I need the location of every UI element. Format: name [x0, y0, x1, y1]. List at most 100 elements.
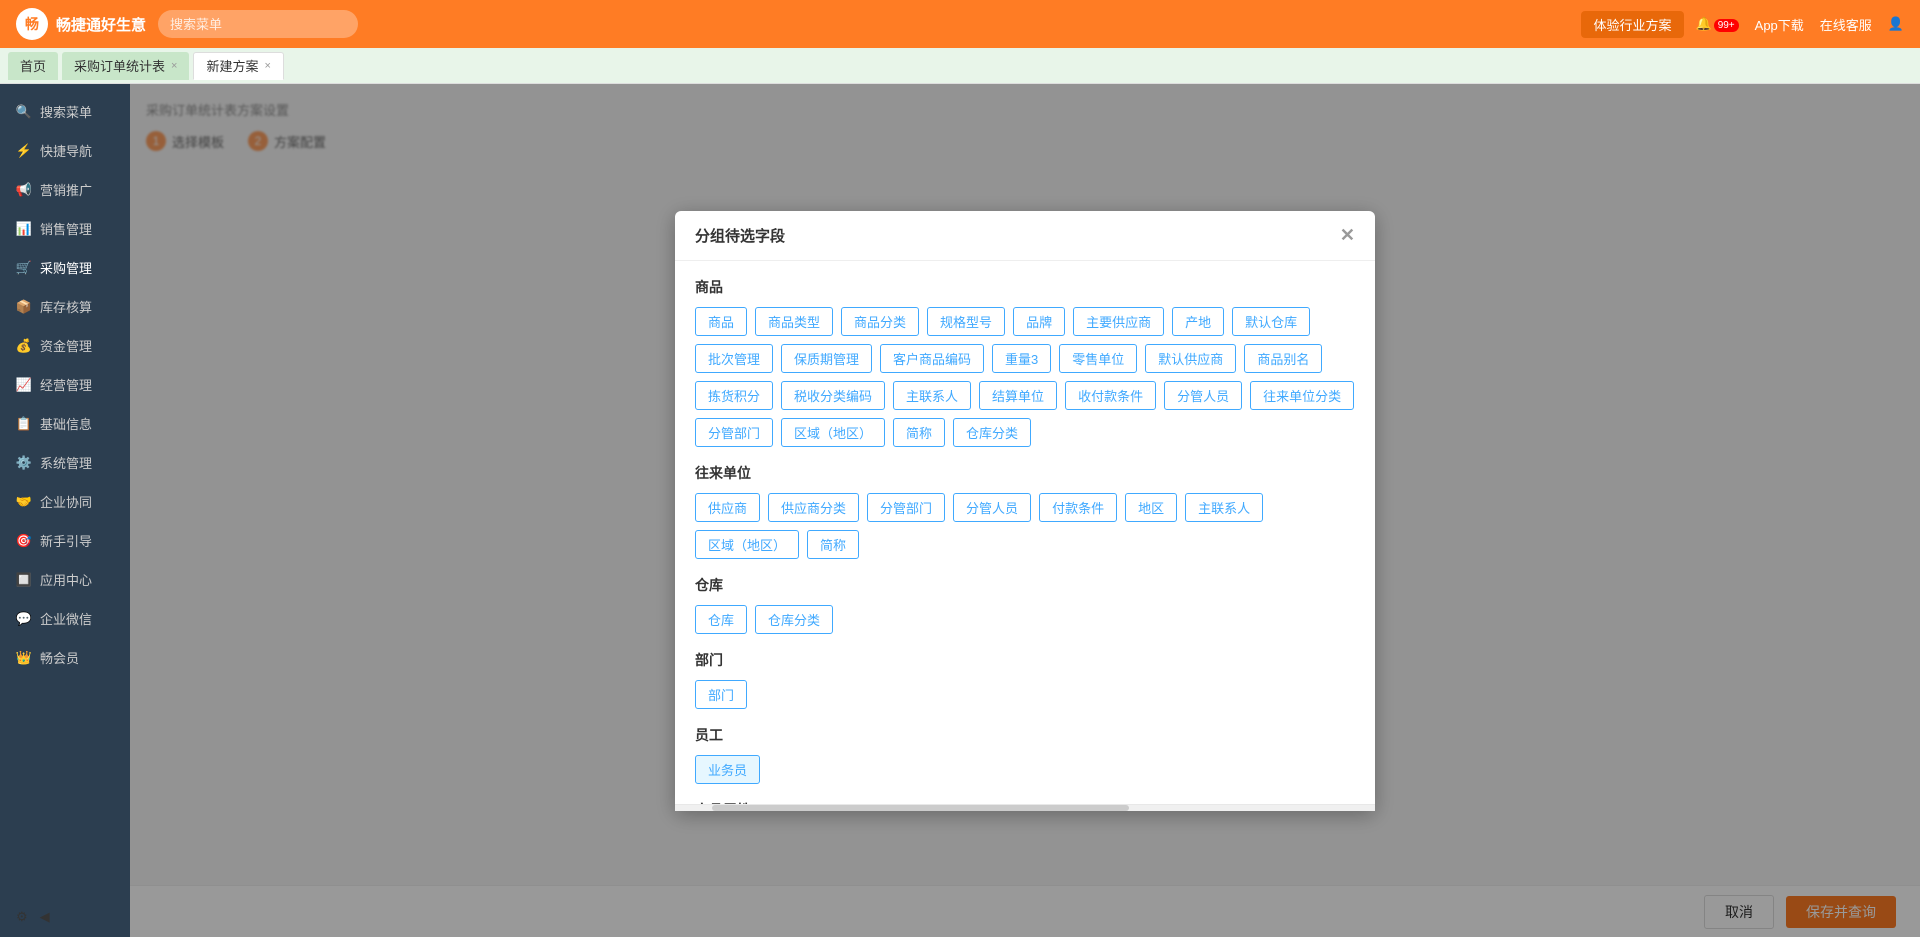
- field-tag-abbr2[interactable]: 简称: [807, 530, 859, 559]
- modal: 分组待选字段 ✕ 商品 商品 商品类型 商品分类 规格型号 品牌 主要供应商 产…: [675, 211, 1375, 811]
- experience-btn[interactable]: 体验行业方案: [1581, 11, 1683, 38]
- app-name: 畅捷通好生意: [56, 14, 146, 35]
- section-title-employee: 员工: [695, 725, 1355, 745]
- modal-overlay: 分组待选字段 ✕ 商品 商品 商品类型 商品分类 规格型号 品牌 主要供应商 产…: [130, 84, 1920, 937]
- field-tag-abbr[interactable]: 简称: [893, 418, 945, 447]
- field-tag-tax-code[interactable]: 税收分类编码: [781, 381, 885, 410]
- trending-icon: 📈: [16, 377, 32, 393]
- notification-badge: 99+: [1714, 19, 1739, 32]
- sidebar: 🔍 搜索菜单 ⚡ 快捷导航 📢 营销推广 📊 销售管理 🛒 采购管理 📦 库存核…: [0, 84, 130, 937]
- sidebar-item-purchase[interactable]: 🛒 采购管理: [0, 248, 130, 287]
- sidebar-item-operations[interactable]: 📈 经营管理: [0, 365, 130, 404]
- modal-close-icon[interactable]: ✕: [1340, 226, 1355, 244]
- field-tag-customer-sku[interactable]: 客户商品编码: [880, 344, 984, 373]
- field-tag-settlement-unit[interactable]: 结算单位: [979, 381, 1057, 410]
- field-tag-main-contact[interactable]: 主联系人: [893, 381, 971, 410]
- field-tag-product-type[interactable]: 商品类型: [755, 307, 833, 336]
- section-title-dept: 部门: [695, 650, 1355, 670]
- sidebar-item-enterprise[interactable]: 🤝 企业协同: [0, 482, 130, 521]
- field-tag-region[interactable]: 区域（地区）: [781, 418, 885, 447]
- sidebar-item-member[interactable]: 👑 畅会员: [0, 638, 130, 677]
- crown-icon: 👑: [16, 650, 32, 666]
- app-download-link[interactable]: App下载: [1755, 15, 1804, 34]
- field-tag-default-supplier[interactable]: 默认供应商: [1145, 344, 1236, 373]
- online-service-link[interactable]: 在线客服: [1820, 15, 1872, 34]
- megaphone-icon: 📢: [16, 182, 32, 198]
- sidebar-item-finance[interactable]: 💰 资金管理: [0, 326, 130, 365]
- main-layout: 🔍 搜索菜单 ⚡ 快捷导航 📢 营销推广 📊 销售管理 🛒 采购管理 📦 库存核…: [0, 84, 1920, 937]
- tab-new-plan[interactable]: 新建方案 ×: [193, 52, 283, 80]
- sidebar-item-sales[interactable]: 📊 销售管理: [0, 209, 130, 248]
- sidebar-item-search[interactable]: 🔍 搜索菜单: [0, 92, 130, 131]
- section-title-product: 商品: [695, 277, 1355, 297]
- sidebar-item-wechat[interactable]: 💬 企业微信: [0, 599, 130, 638]
- field-tag-pick-points[interactable]: 拣货积分: [695, 381, 773, 410]
- employee-field-grid: 业务员: [695, 755, 1355, 784]
- field-tag-warehouse-category[interactable]: 仓库分类: [755, 605, 833, 634]
- top-search-input[interactable]: [158, 10, 358, 38]
- flash-icon: ⚡: [16, 143, 32, 159]
- field-tag-payment-terms[interactable]: 收付款条件: [1065, 381, 1156, 410]
- tab-home[interactable]: 首页: [8, 52, 58, 80]
- field-tag-main-contact2[interactable]: 主联系人: [1185, 493, 1263, 522]
- wechat-icon: 💬: [16, 611, 32, 627]
- section-title-counterpart: 往来单位: [695, 463, 1355, 483]
- gear-icon: ⚙️: [16, 455, 32, 471]
- target-icon: 🎯: [16, 533, 32, 549]
- modal-body[interactable]: 商品 商品 商品类型 商品分类 规格型号 品牌 主要供应商 产地 默认仓库 批次…: [675, 261, 1375, 804]
- field-tag-shelf-life[interactable]: 保质期管理: [781, 344, 872, 373]
- tab-purchase-stats[interactable]: 采购订单统计表 ×: [62, 52, 189, 80]
- field-tag-weight[interactable]: 重量3: [992, 344, 1051, 373]
- field-tag-default-warehouse[interactable]: 默认仓库: [1232, 307, 1310, 336]
- notification-area[interactable]: 🔔99+: [1696, 16, 1739, 32]
- top-right: 🔔99+ App下载 在线客服 👤: [1696, 15, 1905, 34]
- field-tag-main-supplier[interactable]: 主要供应商: [1073, 307, 1164, 336]
- field-tag-warehouse[interactable]: 仓库: [695, 605, 747, 634]
- field-tag-person-mgmt[interactable]: 分管人员: [953, 493, 1031, 522]
- sidebar-item-quicknav[interactable]: ⚡ 快捷导航: [0, 131, 130, 170]
- field-tag-brand[interactable]: 品牌: [1013, 307, 1065, 336]
- grid-icon: 🔲: [16, 572, 32, 588]
- tab-new-plan-close-icon[interactable]: ×: [264, 60, 270, 72]
- sidebar-item-system[interactable]: ⚙️ 系统管理: [0, 443, 130, 482]
- field-tag-dept-mgmt[interactable]: 分管部门: [867, 493, 945, 522]
- sidebar-item-marketing[interactable]: 📢 营销推广: [0, 170, 130, 209]
- field-tag-retail-unit[interactable]: 零售单位: [1059, 344, 1137, 373]
- tab-bar: 首页 采购订单统计表 × 新建方案 ×: [0, 48, 1920, 84]
- user-avatar[interactable]: 👤: [1888, 16, 1904, 32]
- field-tag-spec-model[interactable]: 规格型号: [927, 307, 1005, 336]
- sidebar-item-guide[interactable]: 🎯 新手引导: [0, 521, 130, 560]
- field-tag-region2[interactable]: 区域（地区）: [695, 530, 799, 559]
- tab-purchase-close-icon[interactable]: ×: [171, 60, 177, 72]
- sidebar-item-basic-info[interactable]: 📋 基础信息: [0, 404, 130, 443]
- section-title-warehouse: 仓库: [695, 575, 1355, 595]
- field-tag-product-alias[interactable]: 商品别名: [1244, 344, 1322, 373]
- money-icon: 💰: [16, 338, 32, 354]
- handshake-icon: 🤝: [16, 494, 32, 510]
- product-field-grid: 商品 商品类型 商品分类 规格型号 品牌 主要供应商 产地 默认仓库 批次管理 …: [695, 307, 1355, 447]
- field-tag-supplier[interactable]: 供应商: [695, 493, 760, 522]
- field-tag-batch-mgmt[interactable]: 批次管理: [695, 344, 773, 373]
- field-tag-counterpart-category[interactable]: 往来单位分类: [1250, 381, 1354, 410]
- top-bar: 畅 畅捷通好生意 体验行业方案 🔔99+ App下载 在线客服 👤: [0, 0, 1920, 48]
- chart-icon: 📊: [16, 221, 32, 237]
- content-area: 采购订单统计表方案设置 1 选择模板 2 方案配置 分组待选字段 ✕: [130, 84, 1920, 937]
- sidebar-bottom: ⚙ ◀: [0, 897, 130, 937]
- field-tag-supervisor[interactable]: 分管人员: [1164, 381, 1242, 410]
- field-tag-dept-supervisor[interactable]: 分管部门: [695, 418, 773, 447]
- collapse-icon[interactable]: ◀: [40, 909, 50, 925]
- field-tag-product-category[interactable]: 商品分类: [841, 307, 919, 336]
- field-tag-dept[interactable]: 部门: [695, 680, 747, 709]
- field-tag-origin[interactable]: 产地: [1172, 307, 1224, 336]
- field-tag-supplier-category[interactable]: 供应商分类: [768, 493, 859, 522]
- modal-horizontal-scrollbar[interactable]: [675, 804, 1375, 811]
- field-tag-warehouse-cat[interactable]: 仓库分类: [953, 418, 1031, 447]
- settings-icon[interactable]: ⚙: [16, 909, 28, 925]
- field-tag-salesperson[interactable]: 业务员: [695, 755, 760, 784]
- field-tag-district[interactable]: 地区: [1125, 493, 1177, 522]
- modal-header: 分组待选字段 ✕: [675, 211, 1375, 261]
- field-tag-payment-cond[interactable]: 付款条件: [1039, 493, 1117, 522]
- field-tag-product[interactable]: 商品: [695, 307, 747, 336]
- sidebar-item-appstore[interactable]: 🔲 应用中心: [0, 560, 130, 599]
- sidebar-item-inventory[interactable]: 📦 库存核算: [0, 287, 130, 326]
